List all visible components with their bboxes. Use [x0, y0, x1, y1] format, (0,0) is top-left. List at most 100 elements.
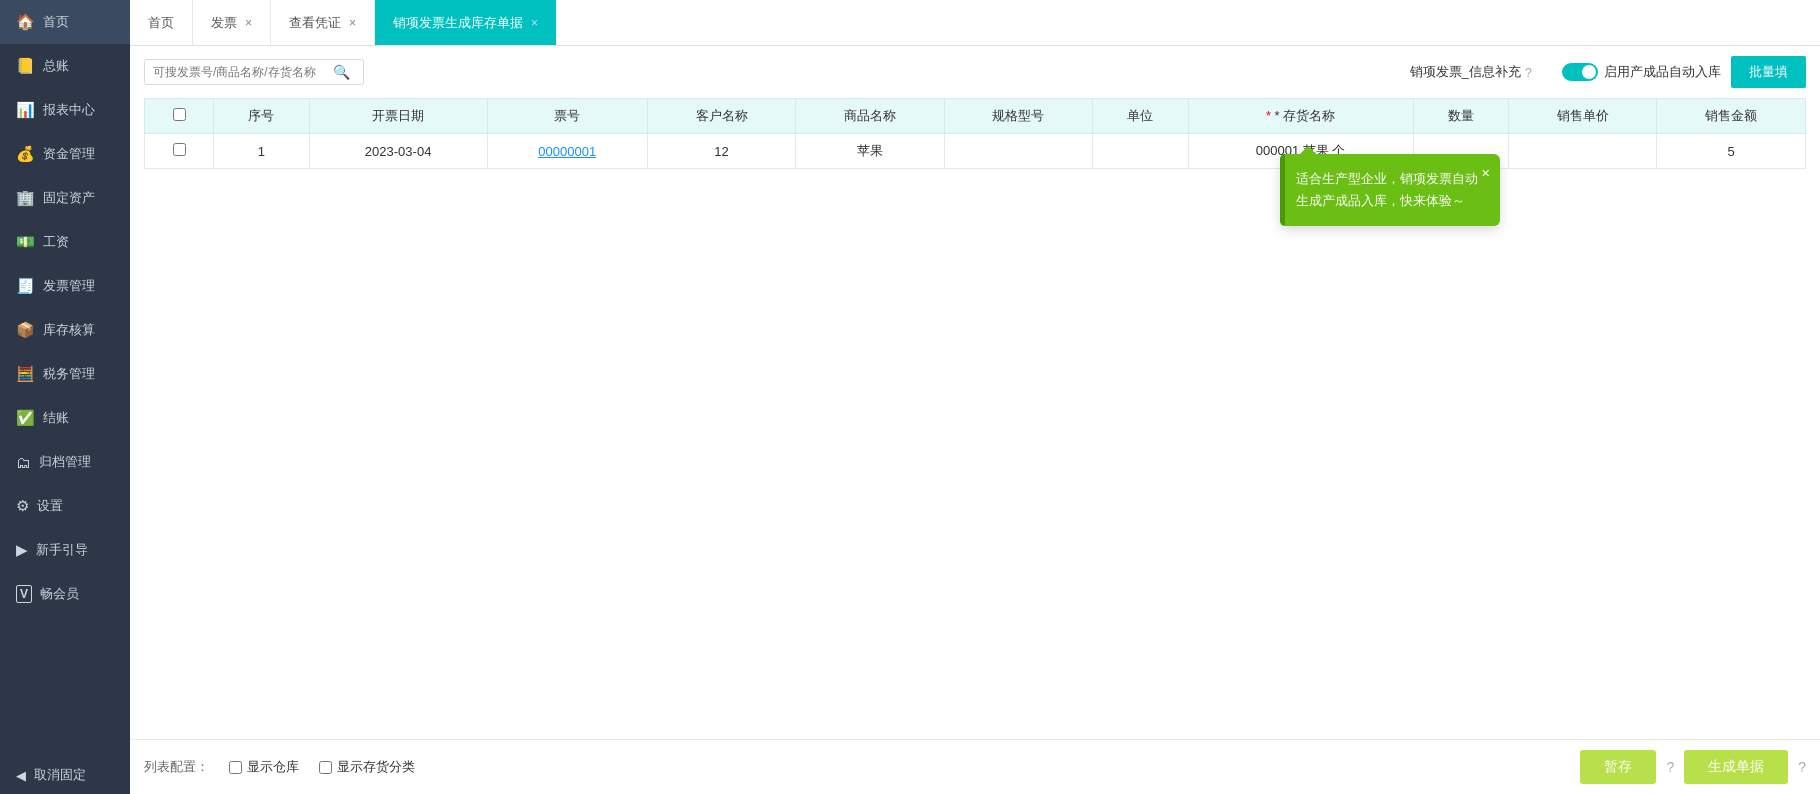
- sidebar-item-invoice-mgmt[interactable]: 🧾 发票管理: [0, 264, 130, 308]
- sidebar-item-settlement[interactable]: ✅ 结账: [0, 396, 130, 440]
- payroll-icon: 💵: [16, 233, 35, 251]
- row-spec: [944, 134, 1092, 169]
- data-table: 序号 开票日期 票号 客户名称 商品名称 规格型号 单位 * * 存货名称 数量…: [144, 98, 1806, 169]
- col-amount: 销售金额: [1657, 99, 1806, 134]
- save-button[interactable]: 暂存: [1580, 750, 1656, 784]
- row-product-name: 苹果: [796, 134, 944, 169]
- sidebar-item-label: 归档管理: [39, 453, 91, 471]
- table-wrap: 序号 开票日期 票号 客户名称 商品名称 规格型号 单位 * * 存货名称 数量…: [130, 98, 1820, 169]
- sidebar-item-guide[interactable]: ▶ 新手引导: [0, 528, 130, 572]
- generate-button[interactable]: 生成单据: [1684, 750, 1788, 784]
- table-row: 1 2023-03-04 00000001 12 苹果 000001 苹果 个 …: [145, 134, 1806, 169]
- sidebar-item-reports[interactable]: 📊 报表中心: [0, 88, 130, 132]
- info-text: 销项发票_信息补充: [1410, 63, 1521, 81]
- tab-sales-invoice-close[interactable]: ×: [531, 16, 538, 30]
- col-unit: 单位: [1093, 99, 1189, 134]
- sidebar-item-label: 报表中心: [43, 101, 95, 119]
- col-ticket-no: 票号: [487, 99, 647, 134]
- tab-home-label: 首页: [148, 14, 174, 32]
- vip-icon: V: [16, 585, 32, 603]
- row-ticket-no[interactable]: 00000001: [487, 134, 647, 169]
- guide-icon: ▶: [16, 541, 28, 559]
- row-amount: 5: [1657, 134, 1806, 169]
- content-area: 🔍 销项发票_信息补充 ? 启用产成品自动入库 批量填: [130, 46, 1820, 739]
- tab-sales-invoice[interactable]: 销项发票生成库存单据 ×: [375, 0, 557, 45]
- col-seq: 序号: [214, 99, 310, 134]
- sidebar-item-label: 库存核算: [43, 321, 95, 339]
- col-spec: 规格型号: [944, 99, 1092, 134]
- tab-bar: 首页 发票 × 查看凭证 × 销项发票生成库存单据 ×: [130, 0, 1820, 46]
- row-checkbox-cell: [145, 134, 214, 169]
- tooltip-text: 适合生产型企业，销项发票自动生成产成品入库，快来体验～: [1296, 171, 1478, 208]
- tab-view-voucher-close[interactable]: ×: [349, 16, 356, 30]
- sidebar-item-label: 新手引导: [36, 541, 88, 559]
- reports-icon: 📊: [16, 101, 35, 119]
- show-warehouse-checkbox-label[interactable]: 显示仓库: [229, 758, 299, 776]
- sidebar-item-label: 首页: [43, 13, 69, 31]
- save-help-icon[interactable]: ?: [1666, 759, 1674, 775]
- sidebar-item-funds[interactable]: 💰 资金管理: [0, 132, 130, 176]
- search-input[interactable]: [153, 65, 333, 79]
- sidebar-item-home[interactable]: 🏠 首页: [0, 0, 130, 44]
- sidebar-item-archive[interactable]: 🗂 归档管理: [0, 440, 130, 484]
- row-seq: 1: [214, 134, 310, 169]
- sidebar-item-label: 畅会员: [40, 585, 79, 603]
- sidebar-item-label: 工资: [43, 233, 69, 251]
- sidebar-item-label: 发票管理: [43, 277, 95, 295]
- sidebar-item-ledger[interactable]: 📒 总账: [0, 44, 130, 88]
- show-warehouse-checkbox[interactable]: [229, 761, 242, 774]
- sidebar-item-label: 总账: [43, 57, 69, 75]
- tooltip-left-bar: [1280, 154, 1285, 226]
- col-inventory: * * 存货名称: [1188, 99, 1413, 134]
- row-checkbox[interactable]: [173, 143, 186, 156]
- select-all-checkbox[interactable]: [173, 108, 186, 121]
- auto-warehouse-toggle[interactable]: [1562, 63, 1598, 81]
- row-price: [1509, 134, 1657, 169]
- sidebar-item-assets[interactable]: 🏢 固定资产: [0, 176, 130, 220]
- show-category-checkbox-label[interactable]: 显示存货分类: [319, 758, 415, 776]
- row-unit: [1093, 134, 1189, 169]
- toggle-wrap: 启用产成品自动入库: [1562, 63, 1721, 81]
- settings-icon: ⚙: [16, 497, 29, 515]
- row-date: 2023-03-04: [309, 134, 487, 169]
- sidebar-item-settings[interactable]: ⚙ 设置: [0, 484, 130, 528]
- invoice-mgmt-icon: 🧾: [16, 277, 35, 295]
- tooltip-close-button[interactable]: ×: [1481, 160, 1490, 186]
- gen-help-icon[interactable]: ?: [1798, 759, 1806, 775]
- toggle-knob: [1582, 65, 1596, 79]
- row-customer: 12: [647, 134, 795, 169]
- sidebar-item-inventory[interactable]: 📦 库存核算: [0, 308, 130, 352]
- show-category-checkbox[interactable]: [319, 761, 332, 774]
- unfix-icon: ◀: [16, 768, 26, 783]
- sidebar-item-label: 资金管理: [43, 145, 95, 163]
- sidebar-item-vip[interactable]: V 畅会员: [0, 572, 130, 616]
- unfix-label: 取消固定: [34, 766, 86, 784]
- col-qty: 数量: [1413, 99, 1509, 134]
- inventory-icon: 📦: [16, 321, 35, 339]
- sidebar-item-payroll[interactable]: 💵 工资: [0, 220, 130, 264]
- sidebar-item-label: 税务管理: [43, 365, 95, 383]
- sidebar-item-tax[interactable]: 🧮 税务管理: [0, 352, 130, 396]
- tab-view-voucher-label: 查看凭证: [289, 14, 341, 32]
- search-icon: 🔍: [333, 64, 350, 80]
- bottom-actions: 暂存 ? 生成单据 ?: [1580, 750, 1806, 784]
- tab-invoice[interactable]: 发票 ×: [193, 0, 271, 45]
- batch-fill-button[interactable]: 批量填: [1731, 56, 1806, 88]
- ticket-link[interactable]: 00000001: [538, 144, 596, 159]
- archive-icon: 🗂: [16, 454, 31, 471]
- info-label: 销项发票_信息补充 ?: [1410, 63, 1532, 81]
- tab-invoice-label: 发票: [211, 14, 237, 32]
- sidebar: 🏠 首页 📒 总账 📊 报表中心 💰 资金管理 🏢 固定资产 💵 工资 🧾 发票…: [0, 0, 130, 794]
- tab-sales-invoice-label: 销项发票生成库存单据: [393, 14, 523, 32]
- tab-invoice-close[interactable]: ×: [245, 16, 252, 30]
- tooltip-box: × 适合生产型企业，销项发票自动生成产成品入库，快来体验～: [1280, 154, 1500, 226]
- funds-icon: 💰: [16, 145, 35, 163]
- search-wrap: 🔍: [144, 59, 364, 85]
- col-product-name: 商品名称: [796, 99, 944, 134]
- show-category-label: 显示存货分类: [337, 758, 415, 776]
- info-icon[interactable]: ?: [1525, 65, 1532, 80]
- unfix-button[interactable]: ◀ 取消固定: [0, 756, 130, 794]
- toggle-label: 启用产成品自动入库: [1604, 63, 1721, 81]
- tab-home[interactable]: 首页: [130, 0, 193, 45]
- tab-view-voucher[interactable]: 查看凭证 ×: [271, 0, 375, 45]
